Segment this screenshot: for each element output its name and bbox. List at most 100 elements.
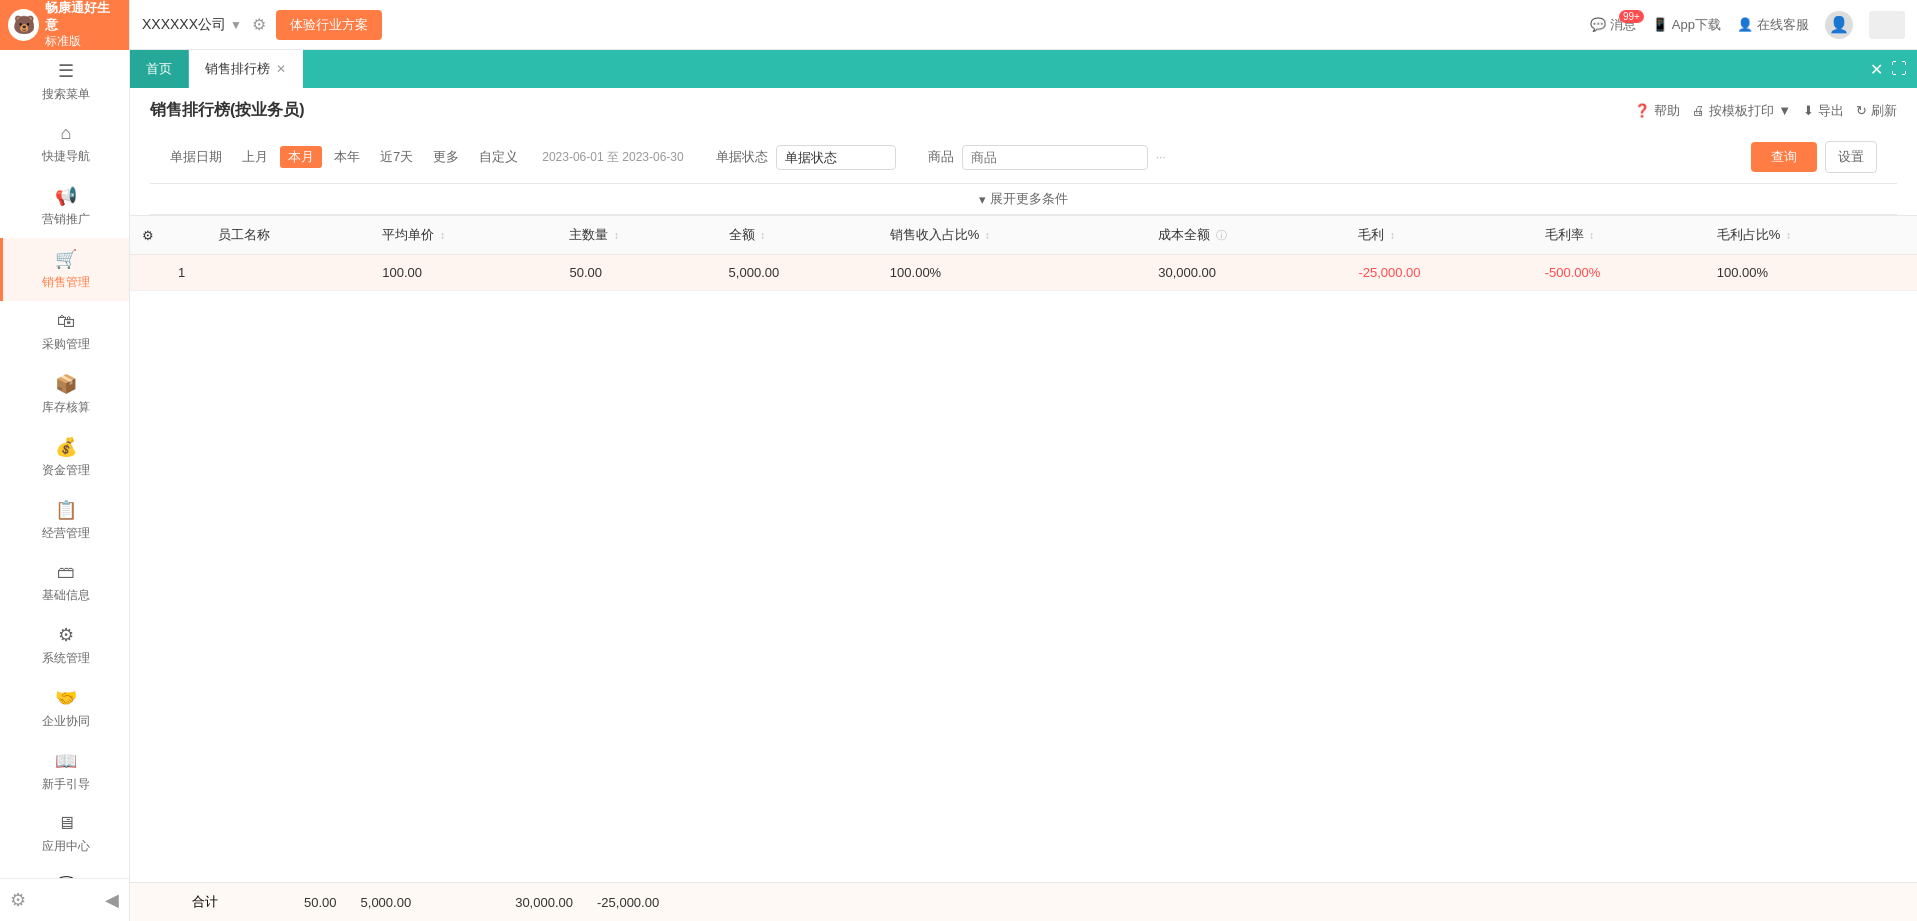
filter-row: 单据日期 上月本月本年近7天更多自定义 2023-06-01 至 2023-06… [150, 131, 1897, 184]
sidebar-label: 企业协同 [42, 713, 90, 730]
topbar: XXXXXX公司 ▼ ⚙ 体验行业方案 💬 消息 99+ 📱 App下载 👤 在… [130, 0, 1917, 50]
sidebar-settings-icon[interactable]: ⚙ [10, 889, 26, 911]
sidebar-item-资金管理[interactable]: 💰资金管理 [0, 426, 129, 489]
sidebar-item-采购管理[interactable]: 🛍 采购管理 [0, 301, 129, 363]
date-tab-自定义[interactable]: 自定义 [471, 146, 526, 168]
row-avg-price: 100.00 [370, 255, 557, 291]
col-profit-pct[interactable]: 毛利占比% ↕ [1705, 216, 1917, 255]
col-sales-pct[interactable]: 销售收入占比% ↕ [878, 216, 1146, 255]
messages-button[interactable]: 💬 消息 99+ [1590, 16, 1636, 34]
sidebar-item-系统管理[interactable]: ⚙系统管理 [0, 614, 129, 677]
sidebar-item-基础信息[interactable]: 🗃基础信息 [0, 552, 129, 614]
home-tab-label: 首页 [146, 60, 172, 78]
sidebar-icon: 🛒 [55, 248, 77, 270]
expand-conditions-button[interactable]: ▾ 展开更多条件 [979, 190, 1068, 208]
sidebar-icon: 🤝 [55, 687, 77, 709]
sidebar-label: 采购管理 [42, 336, 90, 353]
goods-filter-input[interactable] [962, 145, 1148, 170]
row-cost: 30,000.00 [1146, 255, 1346, 291]
col-rank [166, 216, 206, 255]
trial-button[interactable]: 体验行业方案 [276, 10, 382, 40]
help-icon: ❓ [1634, 103, 1650, 118]
sidebar-item-应用中心[interactable]: 🖥应用中心 [0, 803, 129, 865]
service-icon: 👤 [1737, 17, 1753, 32]
tab-close-icon[interactable]: ✕ [276, 62, 286, 76]
col-profit-rate[interactable]: 毛利率 ↕ [1533, 216, 1705, 255]
col-profit[interactable]: 毛利 ↕ [1346, 216, 1532, 255]
sidebar-collapse-icon[interactable]: ◀ [105, 889, 119, 911]
row-name [206, 255, 370, 291]
app-download-button[interactable]: 📱 App下载 [1652, 16, 1721, 34]
message-icon: 💬 [1590, 17, 1606, 32]
data-table: ⚙ 员工名称 平均单价 ↕ 主数量 ↕ 全额 ↕ 销售收入占比% ↕ 成本全额 … [130, 216, 1917, 291]
sidebar-icon: 📖 [55, 750, 77, 772]
row-profit-pct: 100.00% [1705, 255, 1917, 291]
app-icon: 📱 [1652, 17, 1668, 32]
sidebar-label: 库存核算 [42, 399, 90, 416]
date-tab-本年[interactable]: 本年 [326, 146, 368, 168]
sidebar-icon: 🖥 [57, 813, 75, 834]
col-avg-price[interactable]: 平均单价 ↕ [370, 216, 557, 255]
print-icon: 🖨 [1692, 103, 1705, 118]
date-tab-上月[interactable]: 上月 [234, 146, 276, 168]
sidebar: 🐻 畅康通好生意 标准版 ☰搜索菜单⌂快捷导航📢营销推广🛒销售管理🛍采购管理📦库… [0, 0, 130, 921]
sidebar-footer: ⚙ ◀ [0, 878, 129, 921]
sidebar-label: 资金管理 [42, 462, 90, 479]
sidebar-item-营销推广[interactable]: 📢营销推广 [0, 175, 129, 238]
sidebar-item-快捷导航[interactable]: ⌂快捷导航 [0, 113, 129, 175]
sidebar-icon: ☰ [58, 60, 74, 82]
refresh-icon: ↻ [1856, 103, 1867, 118]
sidebar-item-搜索菜单[interactable]: ☰搜索菜单 [0, 50, 129, 113]
company-selector[interactable]: XXXXXX公司 ▼ [142, 16, 242, 34]
logo-icon: 🐻 [8, 9, 39, 41]
date-filter-tabs: 上月本月本年近7天更多自定义 [234, 146, 526, 168]
goods-more-icon[interactable]: ··· [1156, 150, 1166, 164]
sidebar-item-企业微信[interactable]: 💬企业微信 [0, 865, 129, 878]
date-range-display: 2023-06-01 至 2023-06-30 [542, 149, 683, 166]
col-qty[interactable]: 主数量 ↕ [557, 216, 716, 255]
tabbar-close-icon[interactable]: ✕ [1870, 60, 1883, 79]
avatar[interactable]: 👤 [1825, 11, 1853, 39]
footer-label: 合计 [142, 893, 292, 911]
col-amount[interactable]: 全额 ↕ [717, 216, 878, 255]
filter-settings-button[interactable]: 设置 [1825, 141, 1877, 173]
sidebar-icon: 🛍 [57, 311, 75, 332]
user-menu[interactable] [1869, 11, 1905, 39]
sidebar-item-经营管理[interactable]: 📋经营管理 [0, 489, 129, 552]
sidebar-label: 营销推广 [42, 211, 90, 228]
row-settings [130, 255, 166, 291]
tabbar-expand-icon[interactable]: ⛶ [1891, 60, 1907, 78]
table-row: 1 100.00 50.00 5,000.00 100.00% 30,000.0… [130, 255, 1917, 291]
sidebar-item-企业协同[interactable]: 🤝 企业协同 [0, 677, 129, 740]
refresh-button[interactable]: ↻ 刷新 [1856, 102, 1897, 120]
col-settings[interactable]: ⚙ [130, 216, 166, 255]
tab-sales-ranking[interactable]: 销售排行榜 ✕ [189, 50, 303, 88]
sidebar-label: 新手引导 [42, 776, 90, 793]
export-button[interactable]: ⬇ 导出 [1803, 102, 1844, 120]
sidebar-item-销售管理[interactable]: 🛒销售管理 [0, 238, 129, 301]
date-tab-本月[interactable]: 本月 [280, 146, 322, 168]
print-button[interactable]: 🖨 按模板打印 ▼ [1692, 102, 1791, 120]
tab-home[interactable]: 首页 [130, 50, 189, 88]
date-tab-近7天[interactable]: 近7天 [372, 146, 421, 168]
page-title-row: 销售排行榜(按业务员) ❓ 帮助 🖨 按模板打印 ▼ ⬇ 导出 [150, 100, 1897, 121]
table-header-row: ⚙ 员工名称 平均单价 ↕ 主数量 ↕ 全额 ↕ 销售收入占比% ↕ 成本全额 … [130, 216, 1917, 255]
row-sales-pct: 100.00% [878, 255, 1146, 291]
date-tab-更多[interactable]: 更多 [425, 146, 467, 168]
row-profit: -25,000.00 [1346, 255, 1532, 291]
topbar-settings-icon[interactable]: ⚙ [252, 15, 266, 34]
help-button[interactable]: ❓ 帮助 [1634, 102, 1680, 120]
export-icon: ⬇ [1803, 103, 1814, 118]
sidebar-item-库存核算[interactable]: 📦库存核算 [0, 363, 129, 426]
goods-filter-label: 商品 [928, 148, 954, 166]
sales-ranking-tab-label: 销售排行榜 [205, 60, 270, 78]
sidebar-label: 快捷导航 [42, 148, 90, 165]
row-amount: 5,000.00 [717, 255, 878, 291]
status-filter-select[interactable]: 单据状态 [776, 145, 896, 170]
date-filter-label: 单据日期 [170, 148, 222, 166]
sidebar-nav: ☰搜索菜单⌂快捷导航📢营销推广🛒销售管理 🛍 采购管理 📦库存核算💰资金管理📋经营管理… [0, 50, 129, 878]
query-button[interactable]: 查询 [1751, 142, 1817, 172]
online-service-button[interactable]: 👤 在线客服 [1737, 16, 1809, 34]
sidebar-item-新手引导[interactable]: 📖 新手引导 [0, 740, 129, 803]
footer-qty: 50.00 [292, 895, 349, 910]
